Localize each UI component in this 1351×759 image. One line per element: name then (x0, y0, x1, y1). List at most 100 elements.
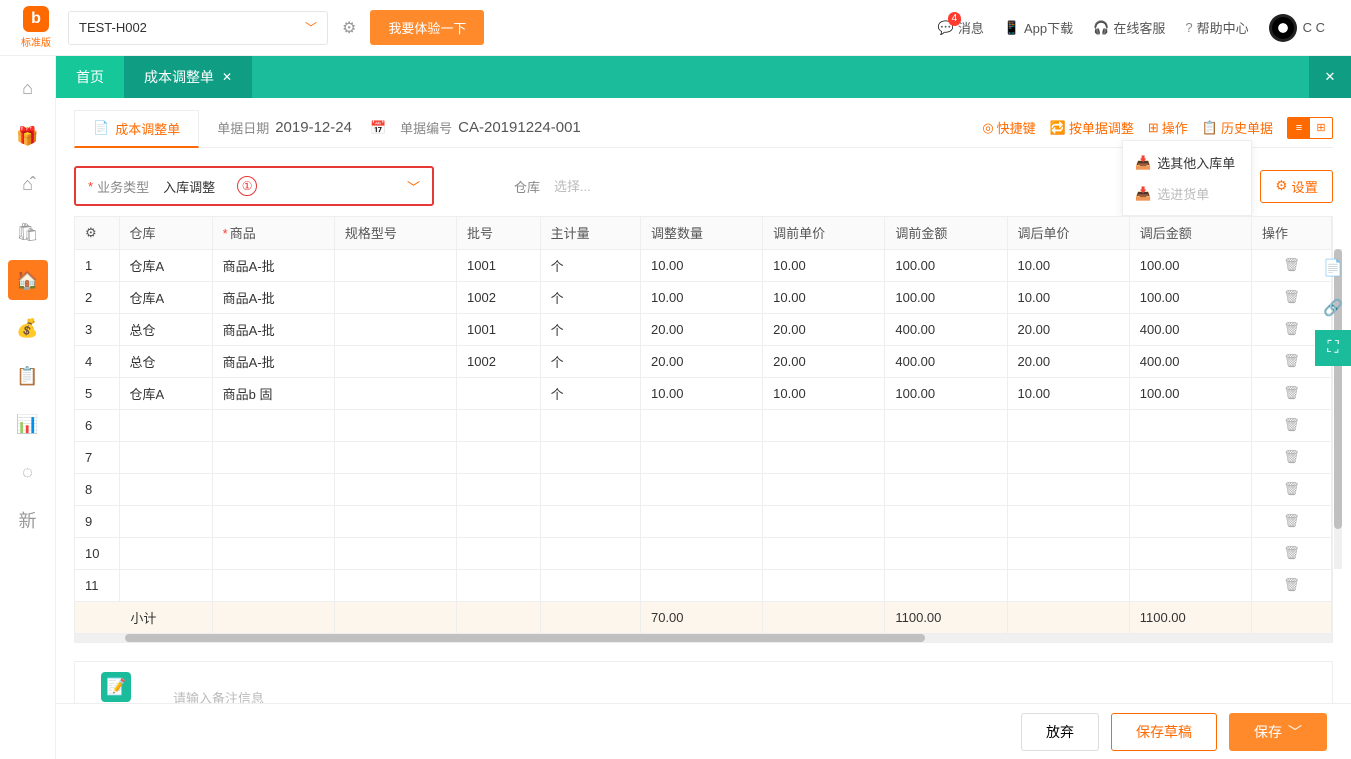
cell-warehouse[interactable] (119, 505, 212, 537)
cell-pre-amount[interactable] (885, 473, 1007, 505)
cell-batch[interactable]: 1001 (457, 313, 541, 345)
cell-pre-amount[interactable]: 100.00 (885, 281, 1007, 313)
cell-pre-price[interactable] (763, 473, 885, 505)
settings-gear-icon[interactable]: ⚙ (342, 18, 356, 38)
cell-batch[interactable] (457, 441, 541, 473)
cell-post-price[interactable]: 20.00 (1007, 345, 1129, 377)
adjust-by-order-action[interactable]: 🔁按单据调整 (1050, 118, 1134, 137)
logo[interactable]: b 标准版 (16, 6, 56, 49)
cell-warehouse[interactable] (119, 441, 212, 473)
table-row[interactable]: 2仓库A商品A-批1002个10.0010.00100.0010.00100.0… (75, 281, 1332, 313)
calendar-icon[interactable]: 📅 (370, 120, 386, 136)
table-row[interactable]: 10🗑 (75, 537, 1332, 569)
nav-house-icon[interactable]: ⌂̂ (8, 164, 48, 204)
view-grid[interactable]: ⊞ (1310, 118, 1332, 138)
cell-warehouse[interactable]: 仓库A (119, 377, 212, 409)
cell-post-amount[interactable]: 400.00 (1129, 313, 1251, 345)
help-link[interactable]: ? 帮助中心 (1185, 18, 1248, 37)
history-action[interactable]: 📋历史单据 (1202, 118, 1273, 137)
table-row[interactable]: 11🗑 (75, 569, 1332, 601)
cell-warehouse[interactable] (119, 473, 212, 505)
table-row[interactable]: 1仓库A商品A-批1001个10.0010.00100.0010.00100.0… (75, 249, 1332, 281)
cell-pre-amount[interactable]: 400.00 (885, 313, 1007, 345)
cell-batch[interactable] (457, 409, 541, 441)
cell-product[interactable]: 商品A-批 (212, 313, 334, 345)
cell-post-amount[interactable] (1129, 441, 1251, 473)
cell-post-price[interactable] (1007, 569, 1129, 601)
cell-unit[interactable] (540, 441, 640, 473)
nav-home-icon[interactable]: ⌂ (8, 68, 48, 108)
cell-post-price[interactable]: 10.00 (1007, 249, 1129, 281)
cell-pre-amount[interactable]: 100.00 (885, 377, 1007, 409)
cell-pre-price[interactable] (763, 409, 885, 441)
nav-report-icon[interactable]: 📊 (8, 404, 48, 444)
col-unit[interactable]: 主计量 (540, 217, 640, 249)
col-pre-price[interactable]: 调前单价 (763, 217, 885, 249)
cell-product[interactable]: 商品b 固 (212, 377, 334, 409)
cell-pre-price[interactable]: 10.00 (763, 281, 885, 313)
view-list[interactable]: ≡ (1288, 118, 1310, 138)
cell-post-amount[interactable] (1129, 505, 1251, 537)
cell-post-price[interactable]: 10.00 (1007, 377, 1129, 409)
col-settings[interactable]: ⚙ (75, 217, 119, 249)
cell-unit[interactable] (540, 537, 640, 569)
cell-product[interactable] (212, 569, 334, 601)
close-icon[interactable]: ✕ (222, 70, 232, 84)
cell-spec[interactable] (334, 345, 456, 377)
account-selector[interactable]: TEST-H002 ﹀ (68, 11, 328, 45)
cell-pre-amount[interactable] (885, 505, 1007, 537)
cell-warehouse[interactable]: 仓库A (119, 281, 212, 313)
col-pre-amount[interactable]: 调前金额 (885, 217, 1007, 249)
cell-pre-amount[interactable] (885, 569, 1007, 601)
tab-home[interactable]: 首页 (56, 56, 124, 98)
table-row[interactable]: 5仓库A商品b 固个10.0010.00100.0010.00100.00🗑 (75, 377, 1332, 409)
operate-action[interactable]: ⊞操作 (1148, 118, 1188, 137)
messages-link[interactable]: 💬 消息 4 (938, 18, 984, 37)
cell-pre-price[interactable] (763, 441, 885, 473)
col-product[interactable]: *商品 (212, 217, 334, 249)
cell-spec[interactable] (334, 249, 456, 281)
cell-product[interactable]: 商品A-批 (212, 281, 334, 313)
cell-adj-qty[interactable] (640, 441, 762, 473)
warehouse-select[interactable]: 仓库 (514, 177, 754, 196)
cell-unit[interactable]: 个 (540, 377, 640, 409)
delete-row-icon[interactable]: 🗑 (1252, 409, 1332, 441)
cell-post-amount[interactable]: 100.00 (1129, 377, 1251, 409)
cell-unit[interactable]: 个 (540, 313, 640, 345)
cell-adj-qty[interactable]: 10.00 (640, 249, 762, 281)
cell-adj-qty[interactable]: 20.00 (640, 345, 762, 377)
cell-pre-price[interactable]: 20.00 (763, 345, 885, 377)
trial-button[interactable]: 我要体验一下 (370, 10, 484, 45)
cell-warehouse[interactable]: 仓库A (119, 249, 212, 281)
cell-product[interactable] (212, 537, 334, 569)
nav-money-icon[interactable]: 💰 (8, 308, 48, 348)
col-adj-qty[interactable]: 调整数量 (640, 217, 762, 249)
cell-spec[interactable] (334, 505, 456, 537)
document-tab[interactable]: 📄 成本调整单 (74, 110, 199, 148)
cell-batch[interactable] (457, 537, 541, 569)
cell-adj-qty[interactable] (640, 473, 762, 505)
col-spec[interactable]: 规格型号 (334, 217, 456, 249)
cell-post-price[interactable] (1007, 409, 1129, 441)
close-all-tabs[interactable]: ✕ (1309, 56, 1351, 98)
user-menu[interactable]: C C (1269, 14, 1325, 42)
cell-spec[interactable] (334, 313, 456, 345)
note-tool-icon[interactable]: 📄 (1315, 250, 1351, 286)
cell-warehouse[interactable]: 总仓 (119, 345, 212, 377)
cell-spec[interactable] (334, 569, 456, 601)
delete-row-icon[interactable]: 🗑 (1252, 505, 1332, 537)
cell-adj-qty[interactable]: 20.00 (640, 313, 762, 345)
cell-adj-qty[interactable] (640, 505, 762, 537)
cell-batch[interactable] (457, 505, 541, 537)
delete-row-icon[interactable]: 🗑 (1252, 569, 1332, 601)
cell-post-price[interactable] (1007, 537, 1129, 569)
cell-post-price[interactable] (1007, 473, 1129, 505)
nav-loading-icon[interactable]: ◌ (8, 452, 48, 492)
cell-post-amount[interactable] (1129, 473, 1251, 505)
cell-batch[interactable]: 1002 (457, 345, 541, 377)
cell-pre-price[interactable]: 20.00 (763, 313, 885, 345)
delete-row-icon[interactable]: 🗑 (1252, 441, 1332, 473)
cell-post-price[interactable]: 10.00 (1007, 281, 1129, 313)
cell-warehouse[interactable]: 总仓 (119, 313, 212, 345)
tab-cost-adjustment[interactable]: 成本调整单 ✕ (124, 56, 252, 98)
